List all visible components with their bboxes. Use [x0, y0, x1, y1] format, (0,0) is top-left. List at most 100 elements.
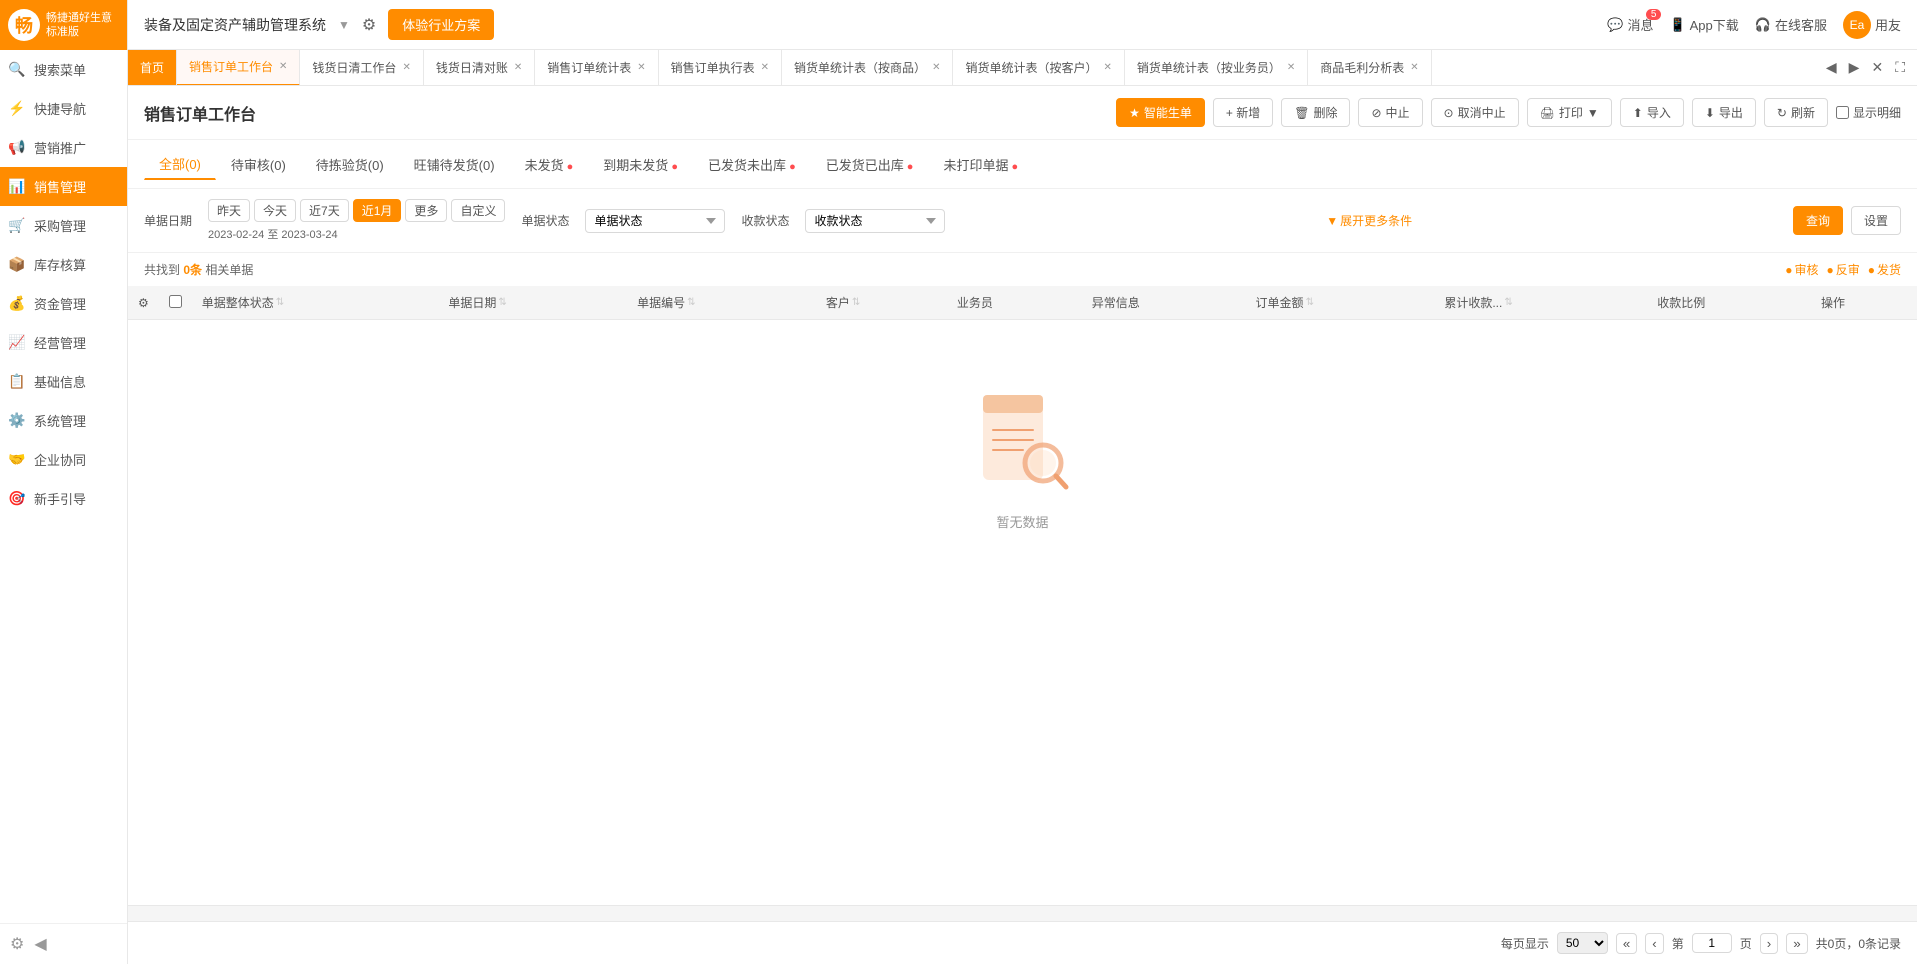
export-button[interactable]: ⬇ 导出 [1692, 98, 1756, 127]
message-badge: 5 [1646, 9, 1662, 20]
tab-sales-stats[interactable]: 销售订单统计表 ✕ [535, 50, 658, 86]
last-page-button[interactable]: » [1786, 933, 1807, 954]
filter-tab-not-shipped[interactable]: 未发货 ● [510, 149, 589, 180]
settings-bottom-icon[interactable]: ⚙ [10, 934, 24, 954]
tab-close-icon[interactable]: ✕ [637, 62, 645, 73]
tab-prev-button[interactable]: ◀ [1822, 57, 1841, 78]
col-collected-header[interactable]: 累计收款...⇅ [1434, 286, 1647, 320]
tab-sales-workbench[interactable]: 销售订单工作台 ✕ [177, 50, 300, 86]
sidebar-item-finance[interactable]: 💰 资金管理 [0, 284, 127, 323]
tab-close-icon[interactable]: ✕ [279, 61, 287, 72]
filter-settings-button[interactable]: 设置 [1851, 206, 1901, 235]
filter-tab-pending-review[interactable]: 待审核(0) [216, 149, 301, 180]
tab-close-icon[interactable]: ✕ [1287, 62, 1295, 73]
sidebar-item-sales[interactable]: 📊 销售管理 [0, 167, 127, 206]
horizontal-scrollbar[interactable] [128, 905, 1917, 921]
filter-tab-all[interactable]: 全部(0) [144, 148, 216, 180]
prev-page-button[interactable]: ‹ [1645, 933, 1663, 954]
filter-tab-pending-inspection[interactable]: 待拣验货(0) [301, 149, 399, 180]
date-more-btn[interactable]: 更多 [405, 199, 447, 222]
date-today-btn[interactable]: 今天 [254, 199, 296, 222]
collapse-icon[interactable]: ◀ [34, 934, 46, 954]
ship-action-button[interactable]: ● 发货 [1868, 261, 1901, 278]
page-input[interactable] [1692, 933, 1732, 953]
delete-button[interactable]: 🗑 删除 [1281, 98, 1350, 127]
tab-close-all-button[interactable]: ✕ [1867, 57, 1887, 78]
tab-close-icon[interactable]: ✕ [402, 62, 410, 73]
date-1month-btn[interactable]: 近1月 [353, 199, 402, 222]
tab-cash-daily[interactable]: 钱货日清工作台 ✕ [300, 50, 423, 86]
sidebar-item-system[interactable]: ⚙️ 系统管理 [0, 401, 127, 440]
table-body: 暂无数据 [128, 320, 1917, 592]
topbar-settings-icon[interactable]: ⚙ [362, 15, 376, 35]
tab-sales-summary-staff[interactable]: 销货单统计表（按业务员） ✕ [1125, 50, 1308, 86]
col-setting[interactable]: ⚙ [128, 286, 159, 320]
col-date-header[interactable]: 单据日期⇅ [438, 286, 627, 320]
solution-button[interactable]: 体验行业方案 [388, 9, 494, 40]
add-button[interactable]: + 新增 [1213, 98, 1273, 127]
cancel-suspend-button[interactable]: ⊙ 取消中止 [1431, 98, 1519, 127]
anti-review-action-button[interactable]: ● 反审 [1826, 261, 1859, 278]
sidebar-item-marketing[interactable]: 📢 营销推广 [0, 128, 127, 167]
date-yesterday-btn[interactable]: 昨天 [208, 199, 250, 222]
tab-fullscreen-button[interactable]: ⛶ [1891, 57, 1909, 78]
date-custom-btn[interactable]: 自定义 [451, 199, 505, 222]
filter-tab-shipped-not-out[interactable]: 已发货未出库 ● [693, 149, 811, 180]
smart-create-button[interactable]: ★ 智能生单 [1116, 98, 1205, 127]
tab-close-icon[interactable]: ✕ [1103, 62, 1111, 73]
filter-tab-not-printed[interactable]: 未打印单据 ● [928, 149, 1033, 180]
col-checkbox [159, 286, 192, 320]
date-options: 昨天 今天 近7天 近1月 更多 自定义 [208, 199, 505, 222]
filter-tab-shipped-out[interactable]: 已发货已出库 ● [811, 149, 929, 180]
suspend-button[interactable]: ⊘ 中止 [1358, 98, 1422, 127]
refresh-button[interactable]: ↻ 刷新 [1764, 98, 1828, 127]
tab-sales-summary-customer[interactable]: 销货单统计表（按客户） ✕ [953, 50, 1124, 86]
filter-tab-wangpu-pending[interactable]: 旺铺待发货(0) [399, 149, 510, 180]
sidebar-item-operation[interactable]: 📈 经营管理 [0, 323, 127, 362]
next-page-button[interactable]: › [1760, 933, 1778, 954]
expand-filter-button[interactable]: ▼ 展开更多条件 [1326, 212, 1412, 229]
first-page-button[interactable]: « [1616, 933, 1637, 954]
select-all-checkbox[interactable] [169, 295, 182, 308]
col-amount-header[interactable]: 订单金额⇅ [1246, 286, 1435, 320]
sidebar-item-search[interactable]: 🔍 搜索菜单 [0, 50, 127, 89]
sidebar-item-quicknav[interactable]: ⚡ 快捷导航 [0, 89, 127, 128]
tab-close-icon[interactable]: ✕ [932, 62, 940, 73]
user-menu-button[interactable]: Ea 用友 [1843, 11, 1901, 39]
online-service-button[interactable]: 🎧 在线客服 [1755, 15, 1827, 34]
app-download-button[interactable]: 📱 App下载 [1669, 15, 1738, 34]
display-dense-checkbox[interactable] [1836, 106, 1849, 119]
total-text: 共0页，0条记录 [1816, 935, 1901, 952]
tab-cash-reconcile[interactable]: 钱货日清对账 ✕ [424, 50, 535, 86]
payment-filter-select[interactable]: 收款状态 [805, 209, 945, 233]
sidebar-item-collab[interactable]: 🤝 企业协同 [0, 440, 127, 479]
topbar-dropdown-icon[interactable]: ▼ [338, 18, 350, 32]
tab-close-icon[interactable]: ✕ [1410, 62, 1418, 73]
import-button[interactable]: ⬆ 导入 [1620, 98, 1684, 127]
tab-product-margin[interactable]: 商品毛利分析表 ✕ [1308, 50, 1431, 86]
date-7days-btn[interactable]: 近7天 [300, 199, 349, 222]
tab-next-button[interactable]: ▶ [1845, 57, 1864, 78]
sidebar-item-inventory[interactable]: 📦 库存核算 [0, 245, 127, 284]
print-button[interactable]: 🖨 打印 ▼ [1527, 98, 1612, 127]
status-filter-select[interactable]: 单据状态 [585, 209, 725, 233]
col-number-header[interactable]: 单据编号⇅ [627, 286, 816, 320]
display-dense-toggle[interactable]: 显示明细 [1836, 104, 1901, 121]
tab-close-icon[interactable]: ✕ [761, 62, 769, 73]
sidebar-item-purchase[interactable]: 🛒 采购管理 [0, 206, 127, 245]
message-button[interactable]: 💬 消息 5 [1607, 15, 1653, 34]
review-action-button[interactable]: ● 审核 [1785, 261, 1818, 278]
col-status-header[interactable]: 单据整体状态⇅ [192, 286, 439, 320]
col-salesperson-header[interactable]: 业务员 [947, 286, 1082, 320]
tab-close-icon[interactable]: ✕ [514, 62, 522, 73]
filter-tab-overdue-not-shipped[interactable]: 到期未发货 ● [588, 149, 693, 180]
tab-sales-summary-product[interactable]: 销货单统计表（按商品） ✕ [782, 50, 953, 86]
query-button[interactable]: 查询 [1793, 206, 1843, 235]
col-customer-header[interactable]: 客户⇅ [816, 286, 947, 320]
sidebar-item-guide[interactable]: 🎯 新手引导 [0, 479, 127, 518]
sidebar-item-basic[interactable]: 📋 基础信息 [0, 362, 127, 401]
tab-sales-exec[interactable]: 销售订单执行表 ✕ [659, 50, 782, 86]
sort-icon: ⇅ [1504, 297, 1512, 308]
tab-home[interactable]: 首页 [128, 50, 177, 86]
page-size-select[interactable]: 10 20 50 100 [1557, 932, 1608, 954]
